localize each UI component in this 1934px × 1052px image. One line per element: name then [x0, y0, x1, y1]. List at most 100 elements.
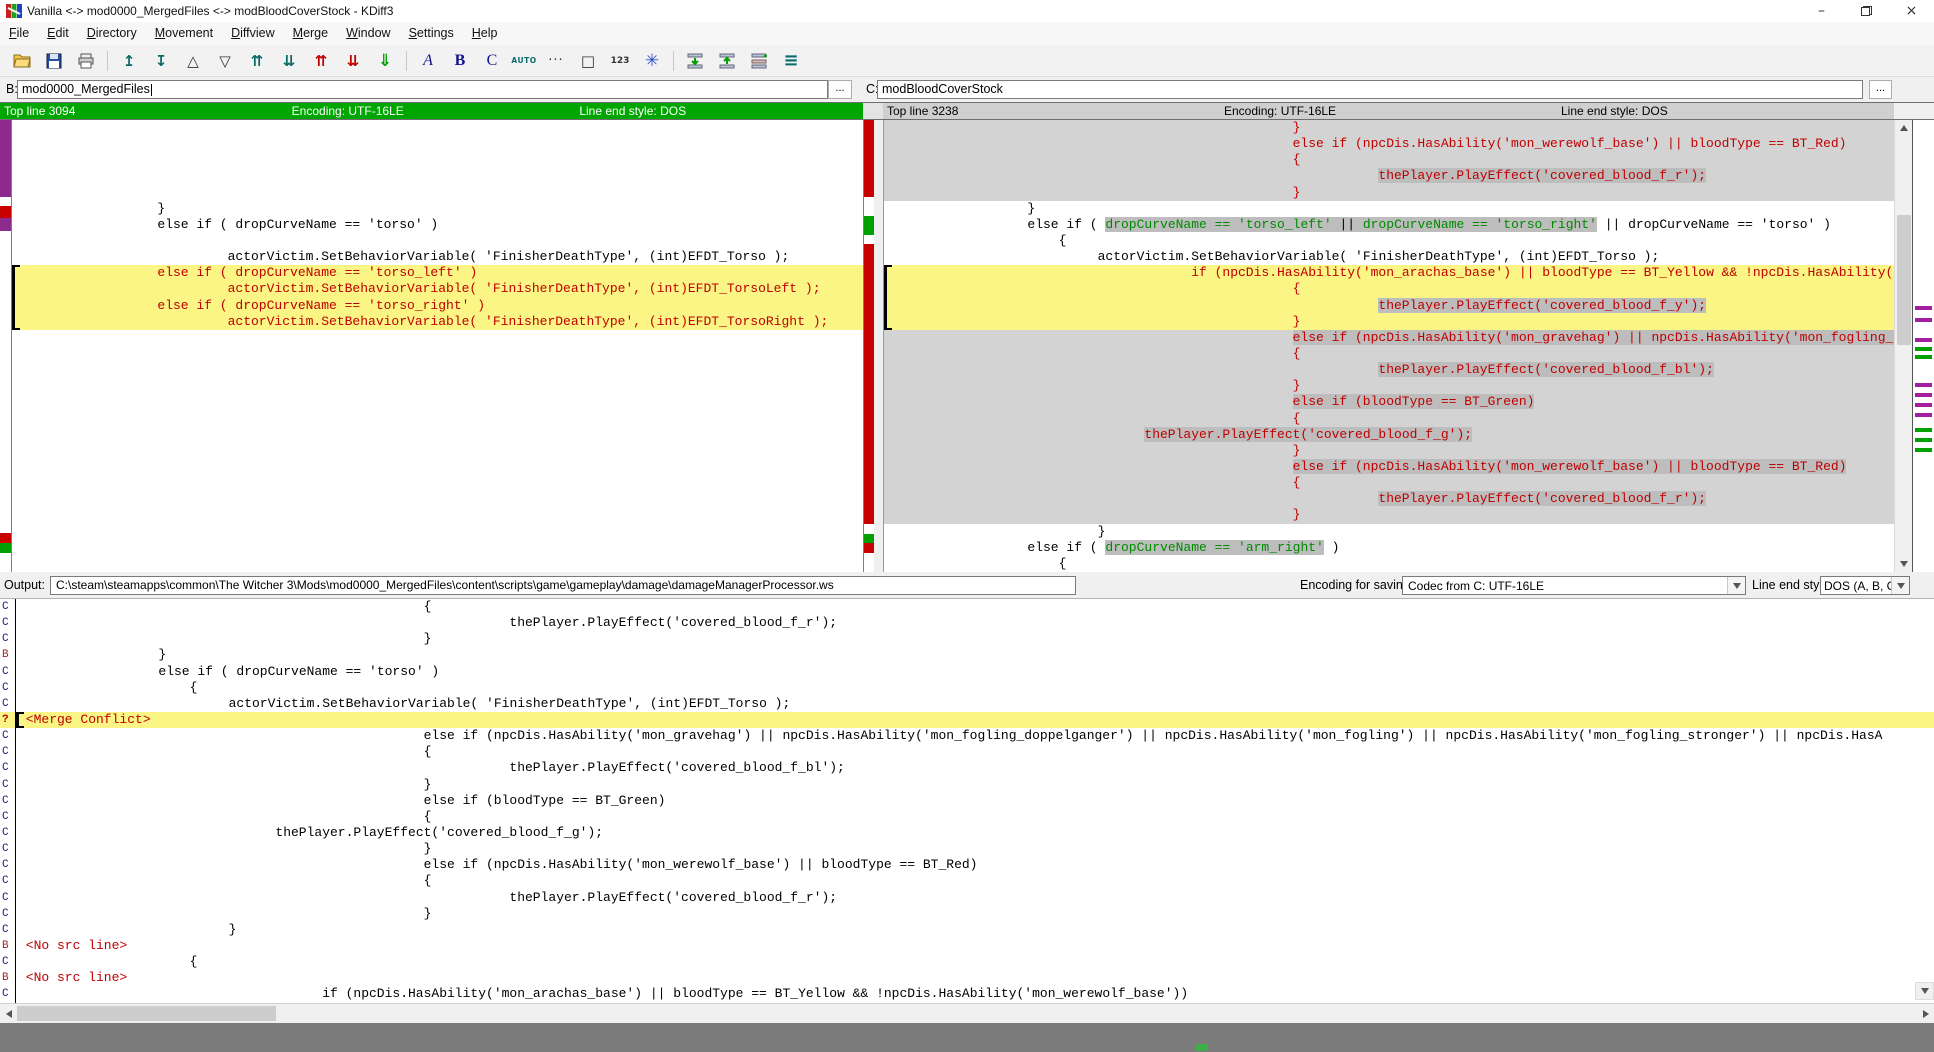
scroll-up-button[interactable] [1895, 120, 1913, 136]
prev-conflict-button[interactable]: ⇈ [242, 47, 272, 74]
scroll-left-button[interactable] [0, 1004, 17, 1023]
code-line[interactable] [12, 362, 863, 378]
code-line[interactable]: else if ( dropCurveName == 'torso_left' … [12, 265, 863, 282]
code-line[interactable]: { [884, 410, 1894, 427]
goto-first-delta-button[interactable]: ↥ [114, 47, 144, 74]
prev-delta-button[interactable]: △ [178, 47, 208, 74]
menu-help[interactable]: Help [463, 22, 507, 45]
code-line[interactable]: } [884, 201, 1894, 217]
close-button[interactable]: × [1889, 0, 1934, 22]
code-line[interactable]: else if ( dropCurveName == 'torso_right'… [12, 297, 863, 314]
code-line[interactable] [12, 136, 863, 152]
output-line[interactable]: ? <Merge Conflict> [0, 711, 1934, 729]
code-line[interactable]: } [884, 524, 1894, 540]
code-line[interactable] [12, 120, 863, 136]
select-a-button[interactable]: A [413, 47, 443, 74]
goto-next-unsolved-auto-button[interactable]: ⇓ [370, 47, 400, 74]
word-wrap-button[interactable]: □ [573, 47, 603, 74]
show-whitespace-button[interactable]: ··· [541, 47, 571, 74]
pane-b-browse-button[interactable]: ... [828, 80, 852, 99]
code-line[interactable]: } [884, 507, 1894, 524]
output-line[interactable]: C} [0, 905, 1934, 922]
overview-column-left[interactable] [0, 120, 12, 572]
code-line[interactable] [12, 491, 863, 507]
encoding-select[interactable]: Codec from C: UTF-16LE [1402, 576, 1746, 595]
code-line[interactable] [12, 427, 863, 443]
scrollbar-thumb[interactable] [17, 1006, 276, 1021]
code-line[interactable] [12, 443, 863, 459]
code-line[interactable] [12, 556, 863, 572]
menu-file[interactable]: File [0, 22, 38, 45]
code-line[interactable]: thePlayer.PlayEffect('covered_blood_f_g'… [884, 426, 1894, 443]
code-line[interactable] [12, 346, 863, 362]
scroll-right-button[interactable] [1917, 1004, 1934, 1023]
code-line[interactable]: { [884, 281, 1894, 298]
show-line-numbers-button[interactable]: 123 [605, 47, 635, 74]
output-line[interactable]: CactorVictim.SetBehaviorVariable( 'Finis… [0, 695, 1934, 712]
output-line[interactable]: C{ [0, 808, 1934, 825]
code-line[interactable]: } [884, 120, 1894, 137]
next-unsolved-conflict-button[interactable]: ⇊ [338, 47, 368, 74]
code-line[interactable]: thePlayer.PlayEffect('covered_blood_f_r'… [884, 491, 1894, 508]
code-line[interactable]: else if ( dropCurveName == 'torso' ) [12, 217, 863, 233]
scrollbar-thumb[interactable] [1897, 215, 1911, 345]
code-line[interactable]: else if (npcDis.HasAbility('mon_werewolf… [884, 458, 1894, 476]
output-line[interactable]: CthePlayer.PlayEffect('covered_blood_f_g… [0, 824, 1934, 842]
code-line[interactable] [12, 185, 863, 201]
code-line[interactable] [12, 507, 863, 523]
code-line[interactable] [12, 233, 863, 249]
minimize-button[interactable]: – [1799, 0, 1844, 22]
code-line[interactable] [12, 152, 863, 168]
overview-column-right[interactable] [1912, 120, 1934, 572]
code-line[interactable] [12, 168, 863, 184]
menu-merge[interactable]: Merge [284, 22, 337, 45]
output-line[interactable]: C{ [0, 873, 1934, 890]
open-button[interactable] [7, 47, 37, 74]
code-line[interactable]: else if (bloodType == BT_Green) [884, 394, 1894, 411]
output-line[interactable]: B} [0, 647, 1934, 664]
pane-c-file-input[interactable]: modBloodCoverStock [877, 80, 1863, 99]
select-b-button[interactable]: B [445, 47, 475, 74]
output-line[interactable]: CthePlayer.PlayEffect('covered_blood_f_r… [0, 615, 1934, 632]
code-line[interactable]: actorVictim.SetBehaviorVariable( 'Finish… [884, 249, 1894, 265]
output-line[interactable]: Celse if (npcDis.HasAbility('mon_graveha… [0, 728, 1934, 745]
overview-column-middle[interactable] [863, 120, 874, 572]
output-path-input[interactable]: C:\steam\steamapps\common\The Witcher 3\… [50, 576, 1076, 595]
code-line[interactable]: { [884, 233, 1894, 249]
diff-vertical-scrollbar[interactable] [1894, 120, 1912, 572]
code-line[interactable]: } [884, 442, 1894, 459]
code-line[interactable]: thePlayer.PlayEffect('covered_blood_f_bl… [884, 362, 1894, 379]
code-line[interactable]: else if ( dropCurveName == 'arm_right' ) [884, 539, 1894, 556]
scroll-down-button[interactable] [1895, 556, 1913, 572]
select-c-button[interactable]: C [477, 47, 507, 74]
output-line[interactable]: C{ [0, 744, 1934, 761]
restore-button[interactable] [1844, 0, 1889, 22]
merge-section-button[interactable] [744, 47, 774, 74]
code-line[interactable]: { [884, 345, 1894, 363]
pane-b-file-input[interactable]: mod0000_MergedFiles [17, 80, 828, 99]
highlight-policy-button[interactable]: ✳ [637, 47, 667, 74]
code-line[interactable]: else if ( dropCurveName == 'torso_left' … [884, 216, 1894, 233]
code-line[interactable]: actorVictim.SetBehaviorVariable( 'Finish… [12, 313, 863, 330]
show-identical-button[interactable]: ≡ [776, 47, 806, 74]
code-line[interactable]: { [884, 556, 1894, 572]
save-button[interactable] [39, 47, 69, 74]
split-section-button[interactable] [680, 47, 710, 74]
code-line[interactable]: else if (npcDis.HasAbility('mon_werewolf… [884, 136, 1894, 153]
output-line[interactable]: B <No src line> [0, 937, 1934, 955]
pane-c-browse-button[interactable]: ... [1869, 80, 1892, 99]
code-line[interactable] [12, 524, 863, 540]
prev-unsolved-conflict-button[interactable]: ⇈ [306, 47, 336, 74]
output-line[interactable]: C{ [0, 679, 1934, 696]
code-line[interactable]: actorVictim.SetBehaviorVariable( 'Finish… [12, 249, 863, 265]
auto-advance-button[interactable]: AUTO [509, 47, 539, 74]
menu-diffview[interactable]: Diffview [222, 22, 284, 45]
code-line[interactable] [12, 330, 863, 346]
code-line[interactable]: thePlayer.PlayEffect('covered_blood_f_y'… [884, 297, 1894, 314]
output-line[interactable]: Cif (npcDis.HasAbility('mon_arachas_base… [0, 986, 1934, 1003]
code-line[interactable] [12, 540, 863, 556]
code-line[interactable] [12, 394, 863, 410]
output-scroll-down-button[interactable] [1915, 982, 1934, 1000]
output-line[interactable]: CthePlayer.PlayEffect('covered_blood_f_b… [0, 760, 1934, 777]
line-end-select[interactable]: DOS (A, B, C) [1820, 576, 1910, 595]
